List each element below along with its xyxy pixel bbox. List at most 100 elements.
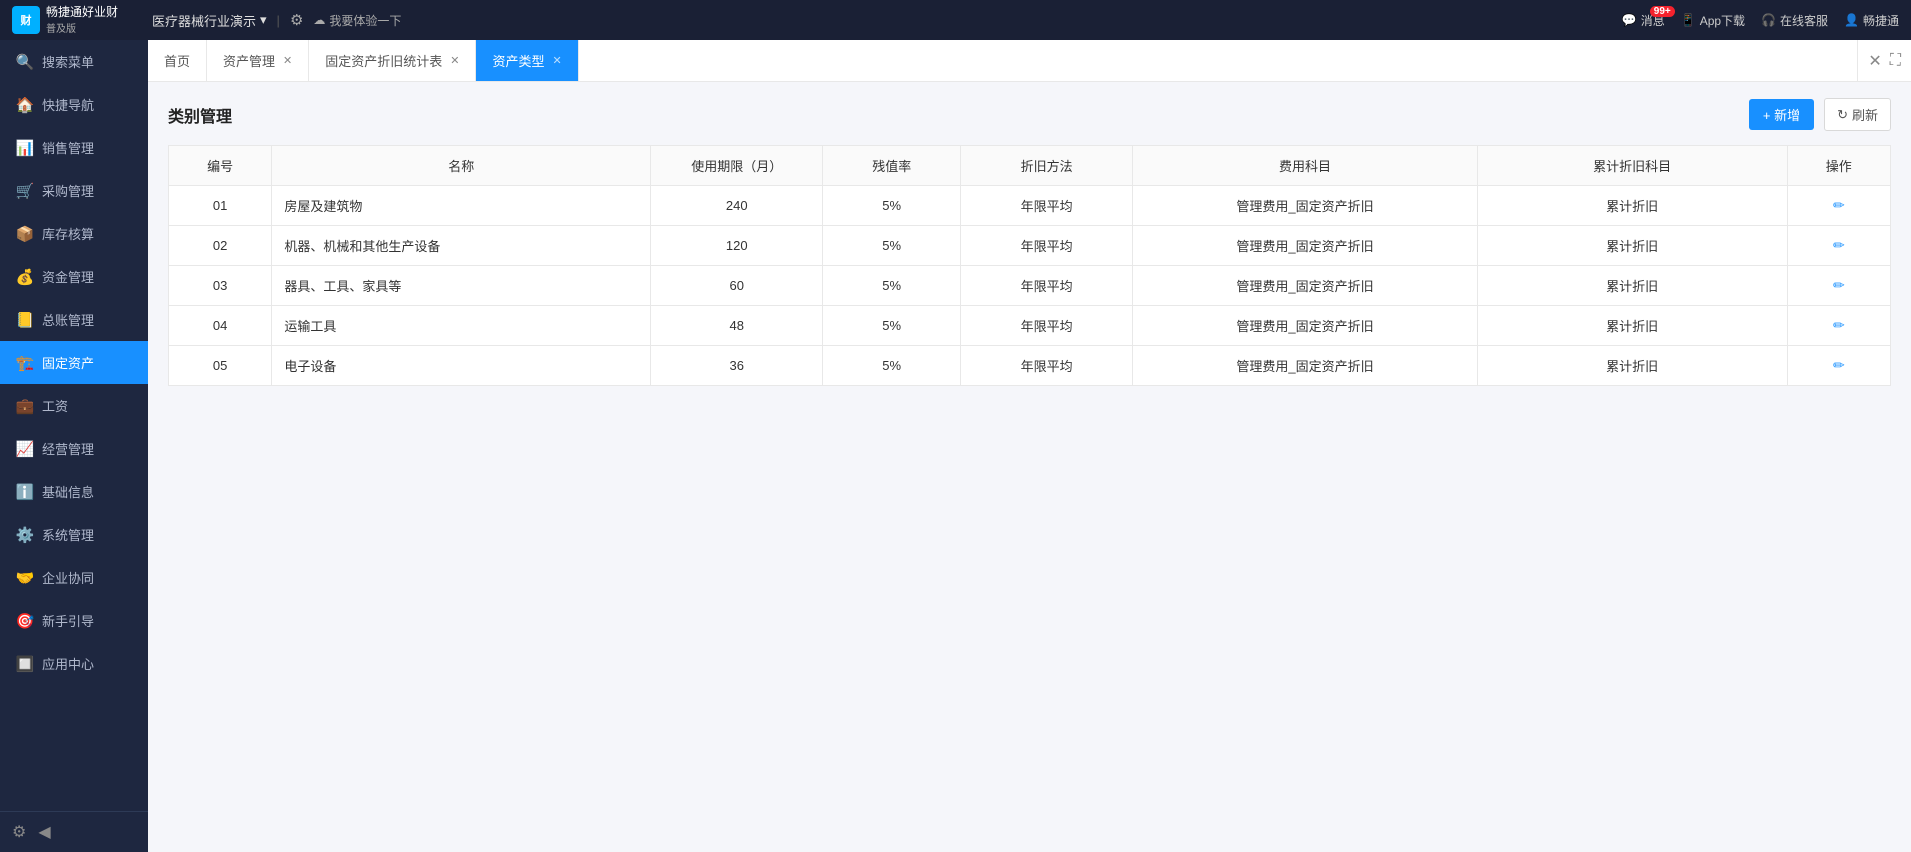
cell-residual: 5%: [823, 346, 961, 386]
tab-home[interactable]: 首页: [148, 40, 207, 81]
cell-name[interactable]: 电子设备: [272, 346, 651, 386]
sidebar-item-label: 快捷导航: [42, 95, 94, 114]
sidebar-item-quicknav[interactable]: 🏠 快捷导航: [0, 83, 148, 126]
mobile-icon: 📱: [1681, 13, 1696, 27]
system-icon: ⚙️: [16, 526, 34, 544]
experience-label: 我要体验一下: [329, 12, 401, 29]
sidebar-settings-button[interactable]: ⚙: [12, 822, 26, 842]
cell-period: 60: [651, 266, 823, 306]
edit-icon[interactable]: ✏: [1833, 277, 1845, 293]
cell-action[interactable]: ✏: [1787, 346, 1890, 386]
tab-bar-right: ✕ ⛶: [1857, 40, 1911, 81]
tab-home-label: 首页: [164, 51, 190, 70]
sidebar-item-sales[interactable]: 📊 销售管理: [0, 126, 148, 169]
cell-name[interactable]: 运输工具: [272, 306, 651, 346]
capital-icon: 💰: [16, 268, 34, 286]
cell-code: 02: [169, 226, 272, 266]
tab-assettype-close[interactable]: ✕: [553, 54, 562, 67]
operations-icon: 📈: [16, 440, 34, 458]
cell-action[interactable]: ✏: [1787, 306, 1890, 346]
app-download-button[interactable]: 📱 App下载: [1681, 12, 1745, 29]
message-button[interactable]: 💬 消息 99+: [1622, 12, 1665, 29]
sidebar-item-label: 工资: [42, 396, 68, 415]
cell-method: 年限平均: [961, 266, 1133, 306]
data-table: 编号 名称 使用期限（月） 残值率 折旧方法 费用科目 累计折旧科目 操作 01…: [168, 145, 1891, 386]
user-button[interactable]: 👤 畅捷通: [1844, 12, 1899, 29]
cell-method: 年限平均: [961, 306, 1133, 346]
page-content: 类别管理 + 新增 ↻ 刷新 编号 名称 使用期限（月） 残值率: [148, 82, 1911, 852]
cell-expense: 管理费用_固定资产折旧: [1133, 186, 1477, 226]
table-row: 04 运输工具 48 5% 年限平均 管理费用_固定资产折旧 累计折旧 ✏: [169, 306, 1891, 346]
avatar-icon: 👤: [1844, 13, 1859, 27]
sidebar-item-enterprise[interactable]: 🤝 企业协同: [0, 556, 148, 599]
cell-accum: 累计折旧: [1477, 266, 1787, 306]
cell-name[interactable]: 机器、机械和其他生产设备: [272, 226, 651, 266]
sidebar-toggle-button[interactable]: ◀: [38, 822, 50, 842]
purchase-icon: 🛒: [16, 182, 34, 200]
cell-code: 01: [169, 186, 272, 226]
appcenter-icon: 🔲: [16, 655, 34, 673]
table-row: 03 器具、工具、家具等 60 5% 年限平均 管理费用_固定资产折旧 累计折旧…: [169, 266, 1891, 306]
sidebar-item-label: 基础信息: [42, 482, 94, 501]
sidebar-item-operations[interactable]: 📈 经营管理: [0, 427, 148, 470]
user-label: 畅捷通: [1863, 12, 1899, 29]
topbar-center: 医疗器械行业演示 ▾ | ⚙ ☁ 我要体验一下: [142, 11, 1622, 30]
tab-depreciation-close[interactable]: ✕: [450, 54, 459, 67]
sidebar-item-search[interactable]: 🔍 搜索菜单: [0, 40, 148, 83]
refresh-button[interactable]: ↻ 刷新: [1824, 98, 1891, 131]
main-layout: 🔍 搜索菜单 🏠 快捷导航 📊 销售管理 🛒 采购管理 📦 库存核算 💰 资金管…: [0, 40, 1911, 852]
sidebar-item-inventory[interactable]: 📦 库存核算: [0, 212, 148, 255]
sidebar-item-appcenter[interactable]: 🔲 应用中心: [0, 642, 148, 685]
close-tab-action[interactable]: ✕: [1868, 51, 1881, 71]
cell-action[interactable]: ✏: [1787, 186, 1890, 226]
edit-icon[interactable]: ✏: [1833, 317, 1845, 333]
sidebar-item-basicinfo[interactable]: ℹ️ 基础信息: [0, 470, 148, 513]
cell-action[interactable]: ✏: [1787, 266, 1890, 306]
chevron-down-icon: ▾: [260, 12, 267, 28]
topbar-right: 💬 消息 99+ 📱 App下载 🎧 在线客服 👤 畅捷通: [1622, 12, 1899, 29]
app-download-label: App下载: [1700, 12, 1745, 29]
cell-method: 年限平均: [961, 346, 1133, 386]
cell-period: 48: [651, 306, 823, 346]
sidebar-item-label: 固定资产: [42, 353, 94, 372]
cell-accum: 累计折旧: [1477, 226, 1787, 266]
tab-depreciation[interactable]: 固定资产折旧统计表 ✕: [309, 40, 476, 81]
sidebar-item-salary[interactable]: 💼 工资: [0, 384, 148, 427]
content-area: 首页 资产管理 ✕ 固定资产折旧统计表 ✕ 资产类型 ✕ ✕ ⛶ 类别管理: [148, 40, 1911, 852]
cell-action[interactable]: ✏: [1787, 226, 1890, 266]
sidebar-item-label: 系统管理: [42, 525, 94, 544]
sidebar-item-label: 库存核算: [42, 224, 94, 243]
fixedassets-icon: 🏗️: [16, 354, 34, 372]
sidebar-item-label: 搜索菜单: [42, 52, 94, 71]
edit-icon[interactable]: ✏: [1833, 357, 1845, 373]
cell-method: 年限平均: [961, 226, 1133, 266]
sidebar-item-purchase[interactable]: 🛒 采购管理: [0, 169, 148, 212]
cell-name[interactable]: 房屋及建筑物: [272, 186, 651, 226]
sidebar-item-label: 总账管理: [42, 310, 94, 329]
experience-button[interactable]: ☁ 我要体验一下: [313, 12, 401, 29]
sidebar-item-general[interactable]: 📒 总账管理: [0, 298, 148, 341]
table-header: 编号 名称 使用期限（月） 残值率 折旧方法 费用科目 累计折旧科目 操作: [169, 146, 1891, 186]
sidebar-item-fixedassets[interactable]: 🏗️ 固定资产: [0, 341, 148, 384]
th-expense: 费用科目: [1133, 146, 1477, 186]
edit-icon[interactable]: ✏: [1833, 197, 1845, 213]
cell-name[interactable]: 器具、工具、家具等: [272, 266, 651, 306]
tab-assettype[interactable]: 资产类型 ✕: [476, 40, 578, 81]
inventory-icon: 📦: [16, 225, 34, 243]
sidebar-item-system[interactable]: ⚙️ 系统管理: [0, 513, 148, 556]
app-logo: 财 畅捷通好业财 普及版: [12, 5, 142, 34]
new-button[interactable]: + 新增: [1749, 99, 1814, 130]
settings-icon[interactable]: ⚙: [290, 11, 303, 29]
cell-code: 04: [169, 306, 272, 346]
company-selector[interactable]: 医疗器械行业演示 ▾: [152, 11, 267, 30]
online-service-button[interactable]: 🎧 在线客服: [1761, 12, 1828, 29]
expand-tab-action[interactable]: ⛶: [1890, 52, 1901, 70]
tab-assets[interactable]: 资产管理 ✕: [207, 40, 309, 81]
sidebar-item-capital[interactable]: 💰 资金管理: [0, 255, 148, 298]
cell-period: 120: [651, 226, 823, 266]
sidebar-item-guide[interactable]: 🎯 新手引导: [0, 599, 148, 642]
edit-icon[interactable]: ✏: [1833, 237, 1845, 253]
refresh-icon: ↻: [1837, 107, 1848, 123]
tab-assets-close[interactable]: ✕: [283, 54, 292, 67]
sales-icon: 📊: [16, 139, 34, 157]
